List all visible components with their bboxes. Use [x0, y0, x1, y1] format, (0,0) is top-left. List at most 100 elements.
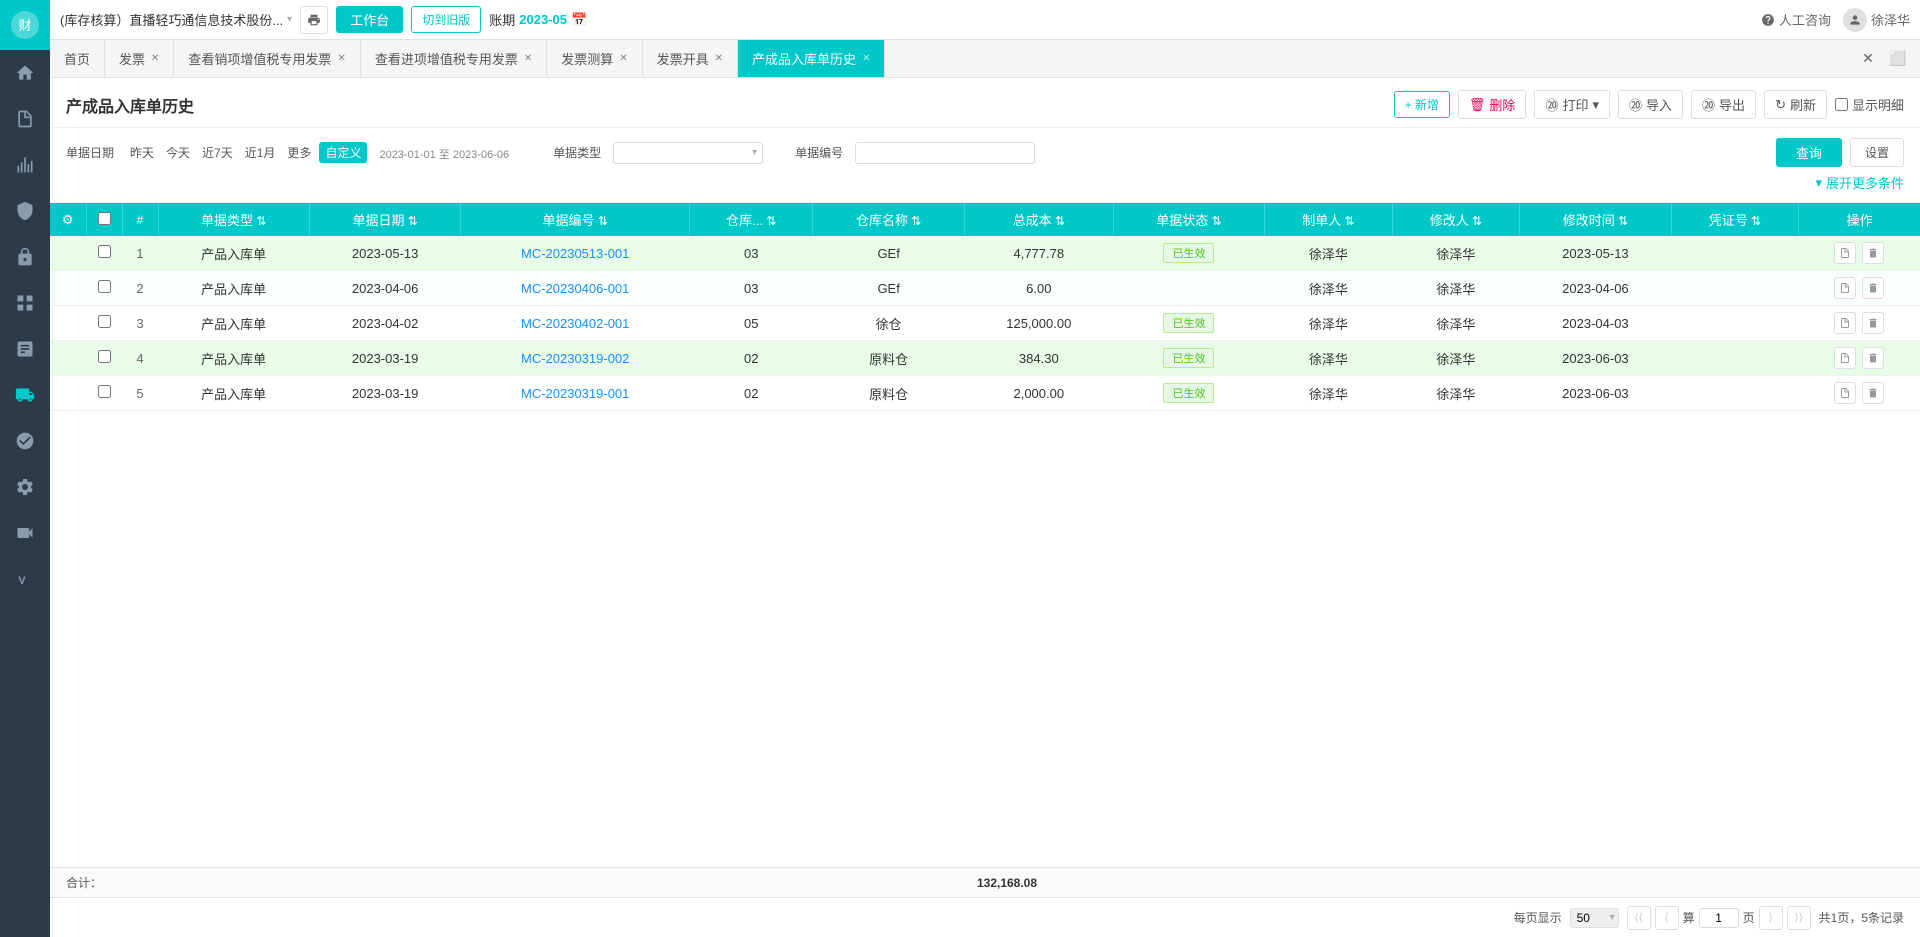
- col-creator[interactable]: 制单人 ⇅: [1265, 203, 1393, 236]
- row-checkbox[interactable]: [98, 245, 111, 258]
- tab-invoice-calc-close[interactable]: ✕: [619, 53, 627, 64]
- col-status[interactable]: 单据状态 ⇅: [1113, 203, 1264, 236]
- col-date[interactable]: 单据日期 ⇅: [309, 203, 461, 236]
- tab-invoice-open[interactable]: 发票开具 ✕: [643, 40, 738, 77]
- tab-purchase-vat-close[interactable]: ✕: [524, 53, 532, 64]
- row-checkbox[interactable]: [98, 350, 111, 363]
- sidebar-item-invoice[interactable]: [0, 96, 50, 142]
- close-tab-icon[interactable]: ✕: [1856, 47, 1880, 71]
- row-checkbox[interactable]: [98, 315, 111, 328]
- row-view-btn[interactable]: [1834, 277, 1856, 299]
- maximize-icon[interactable]: ⬜: [1886, 47, 1910, 71]
- number-link[interactable]: MC-20230319-002: [521, 351, 629, 366]
- row-view-btn[interactable]: [1834, 382, 1856, 404]
- row-delete-btn[interactable]: [1862, 382, 1884, 404]
- sidebar-item-report[interactable]: [0, 326, 50, 372]
- support-link[interactable]: 人工咨询: [1761, 10, 1831, 29]
- number-link[interactable]: MC-20230402-001: [521, 316, 629, 331]
- row-checkbox[interactable]: [98, 280, 111, 293]
- row-view-btn[interactable]: [1834, 242, 1856, 264]
- tab-invoice-open-close[interactable]: ✕: [715, 53, 723, 64]
- col-modifier[interactable]: 修改人 ⇅: [1392, 203, 1520, 236]
- table-row: 4 产品入库单 2023-03-19 MC-20230319-002 02 原料…: [50, 341, 1920, 376]
- shortcut-custom[interactable]: 自定义: [319, 142, 367, 163]
- next-page-btn[interactable]: ⟩: [1759, 906, 1783, 930]
- tab-home[interactable]: 首页: [50, 40, 105, 77]
- logo[interactable]: 财: [0, 0, 50, 50]
- row-delete-btn[interactable]: [1862, 242, 1884, 264]
- col-warehouse-code[interactable]: 仓库... ⇅: [689, 203, 813, 236]
- col-number[interactable]: 单据编号 ⇅: [461, 203, 690, 236]
- tab-invoice[interactable]: 发票 ✕: [105, 40, 174, 77]
- col-type[interactable]: 单据类型 ⇅: [158, 203, 309, 236]
- first-page-btn[interactable]: ⟨⟨: [1627, 906, 1651, 930]
- shortcut-more[interactable]: 更多: [283, 142, 315, 163]
- print-button[interactable]: ⑳ 打印 ▾: [1534, 90, 1610, 119]
- row-checkbox[interactable]: [98, 385, 111, 398]
- tab-product-history[interactable]: 产成品入库单历史 ✕: [738, 40, 885, 77]
- number-input[interactable]: [855, 142, 1035, 164]
- tab-product-history-close[interactable]: ✕: [862, 53, 870, 64]
- sidebar-item-v[interactable]: V: [0, 556, 50, 602]
- last-page-btn[interactable]: ⟩⟩: [1787, 906, 1811, 930]
- tab-sales-vat[interactable]: 查看销项增值税专用发票 ✕: [174, 40, 360, 77]
- status-badge: 已生效: [1163, 383, 1214, 403]
- cell-num: 5: [122, 376, 158, 411]
- col-warehouse-name[interactable]: 仓库名称 ⇅: [813, 203, 964, 236]
- col-settings[interactable]: ⚙: [50, 203, 86, 236]
- page-input[interactable]: [1699, 908, 1739, 928]
- display-columns-toggle[interactable]: 显示明细: [1835, 95, 1904, 114]
- print-icon-btn[interactable]: [300, 6, 328, 34]
- sidebar-item-settings[interactable]: [0, 464, 50, 510]
- tab-invoice-close[interactable]: ✕: [151, 53, 159, 64]
- number-link[interactable]: MC-20230513-001: [521, 246, 629, 261]
- shortcut-1month[interactable]: 近1月: [241, 142, 280, 163]
- row-view-btn[interactable]: [1834, 347, 1856, 369]
- sidebar-item-home[interactable]: [0, 50, 50, 96]
- sidebar-item-warehouse[interactable]: [0, 372, 50, 418]
- per-page-select[interactable]: 20 50 100: [1570, 908, 1619, 928]
- type-select[interactable]: 产品入库单: [613, 142, 763, 164]
- col-modify-time[interactable]: 修改时间 ⇅: [1520, 203, 1672, 236]
- number-link[interactable]: MC-20230319-001: [521, 386, 629, 401]
- sidebar-item-stamp[interactable]: [0, 418, 50, 464]
- col-voucher[interactable]: 凭证号 ⇅: [1671, 203, 1799, 236]
- query-button[interactable]: 查询: [1776, 138, 1842, 167]
- settings-icon[interactable]: ⚙: [62, 212, 74, 227]
- sidebar-item-grid[interactable]: [0, 280, 50, 326]
- sidebar-item-chart[interactable]: [0, 142, 50, 188]
- row-delete-btn[interactable]: [1862, 277, 1884, 299]
- prev-page-btn[interactable]: ⟨: [1655, 906, 1679, 930]
- export-button[interactable]: ⑳ 导出: [1691, 90, 1756, 119]
- row-view-btn[interactable]: [1834, 312, 1856, 334]
- user-profile[interactable]: 徐泽华: [1843, 8, 1910, 32]
- delete-button[interactable]: 🗑 删除: [1458, 90, 1527, 119]
- switch-version-button[interactable]: 切到旧版: [411, 6, 481, 33]
- row-delete-btn[interactable]: [1862, 312, 1884, 334]
- cell-type: 产品入库单: [158, 306, 309, 341]
- col-total-cost[interactable]: 总成本 ⇅: [964, 203, 1113, 236]
- sidebar-item-tax[interactable]: [0, 188, 50, 234]
- display-columns-checkbox[interactable]: [1835, 98, 1848, 111]
- setting-button[interactable]: 设置: [1850, 138, 1904, 167]
- filter-date-range: 2023-01-01 至 2023-06-06: [379, 146, 509, 162]
- sidebar-item-video[interactable]: [0, 510, 50, 556]
- import-button[interactable]: ⑳ 导入: [1618, 90, 1683, 119]
- number-link[interactable]: MC-20230406-001: [521, 281, 629, 296]
- workbench-button[interactable]: 工作台: [336, 6, 403, 33]
- cell-creator: 徐泽华: [1265, 306, 1393, 341]
- select-all-checkbox[interactable]: [98, 212, 111, 225]
- tab-invoice-calc[interactable]: 发票测算 ✕: [547, 40, 642, 77]
- shortcut-today[interactable]: 今天: [162, 142, 194, 163]
- company-name[interactable]: (库存核算）直播轻巧通信息技术股份... ▾: [60, 10, 292, 29]
- new-button[interactable]: + 新增: [1394, 91, 1450, 118]
- refresh-button[interactable]: ↻ 刷新: [1764, 90, 1827, 119]
- tab-purchase-vat[interactable]: 查看进项增值税专用发票 ✕: [361, 40, 547, 77]
- expand-more-button[interactable]: ▾ 展开更多条件: [1815, 173, 1904, 192]
- shortcut-7days[interactable]: 近7天: [198, 142, 237, 163]
- tab-sales-vat-close[interactable]: ✕: [337, 53, 345, 64]
- shortcut-yesterday[interactable]: 昨天: [126, 142, 158, 163]
- period-calendar-icon[interactable]: 📅: [571, 12, 587, 28]
- sidebar-item-lock[interactable]: [0, 234, 50, 280]
- row-delete-btn[interactable]: [1862, 347, 1884, 369]
